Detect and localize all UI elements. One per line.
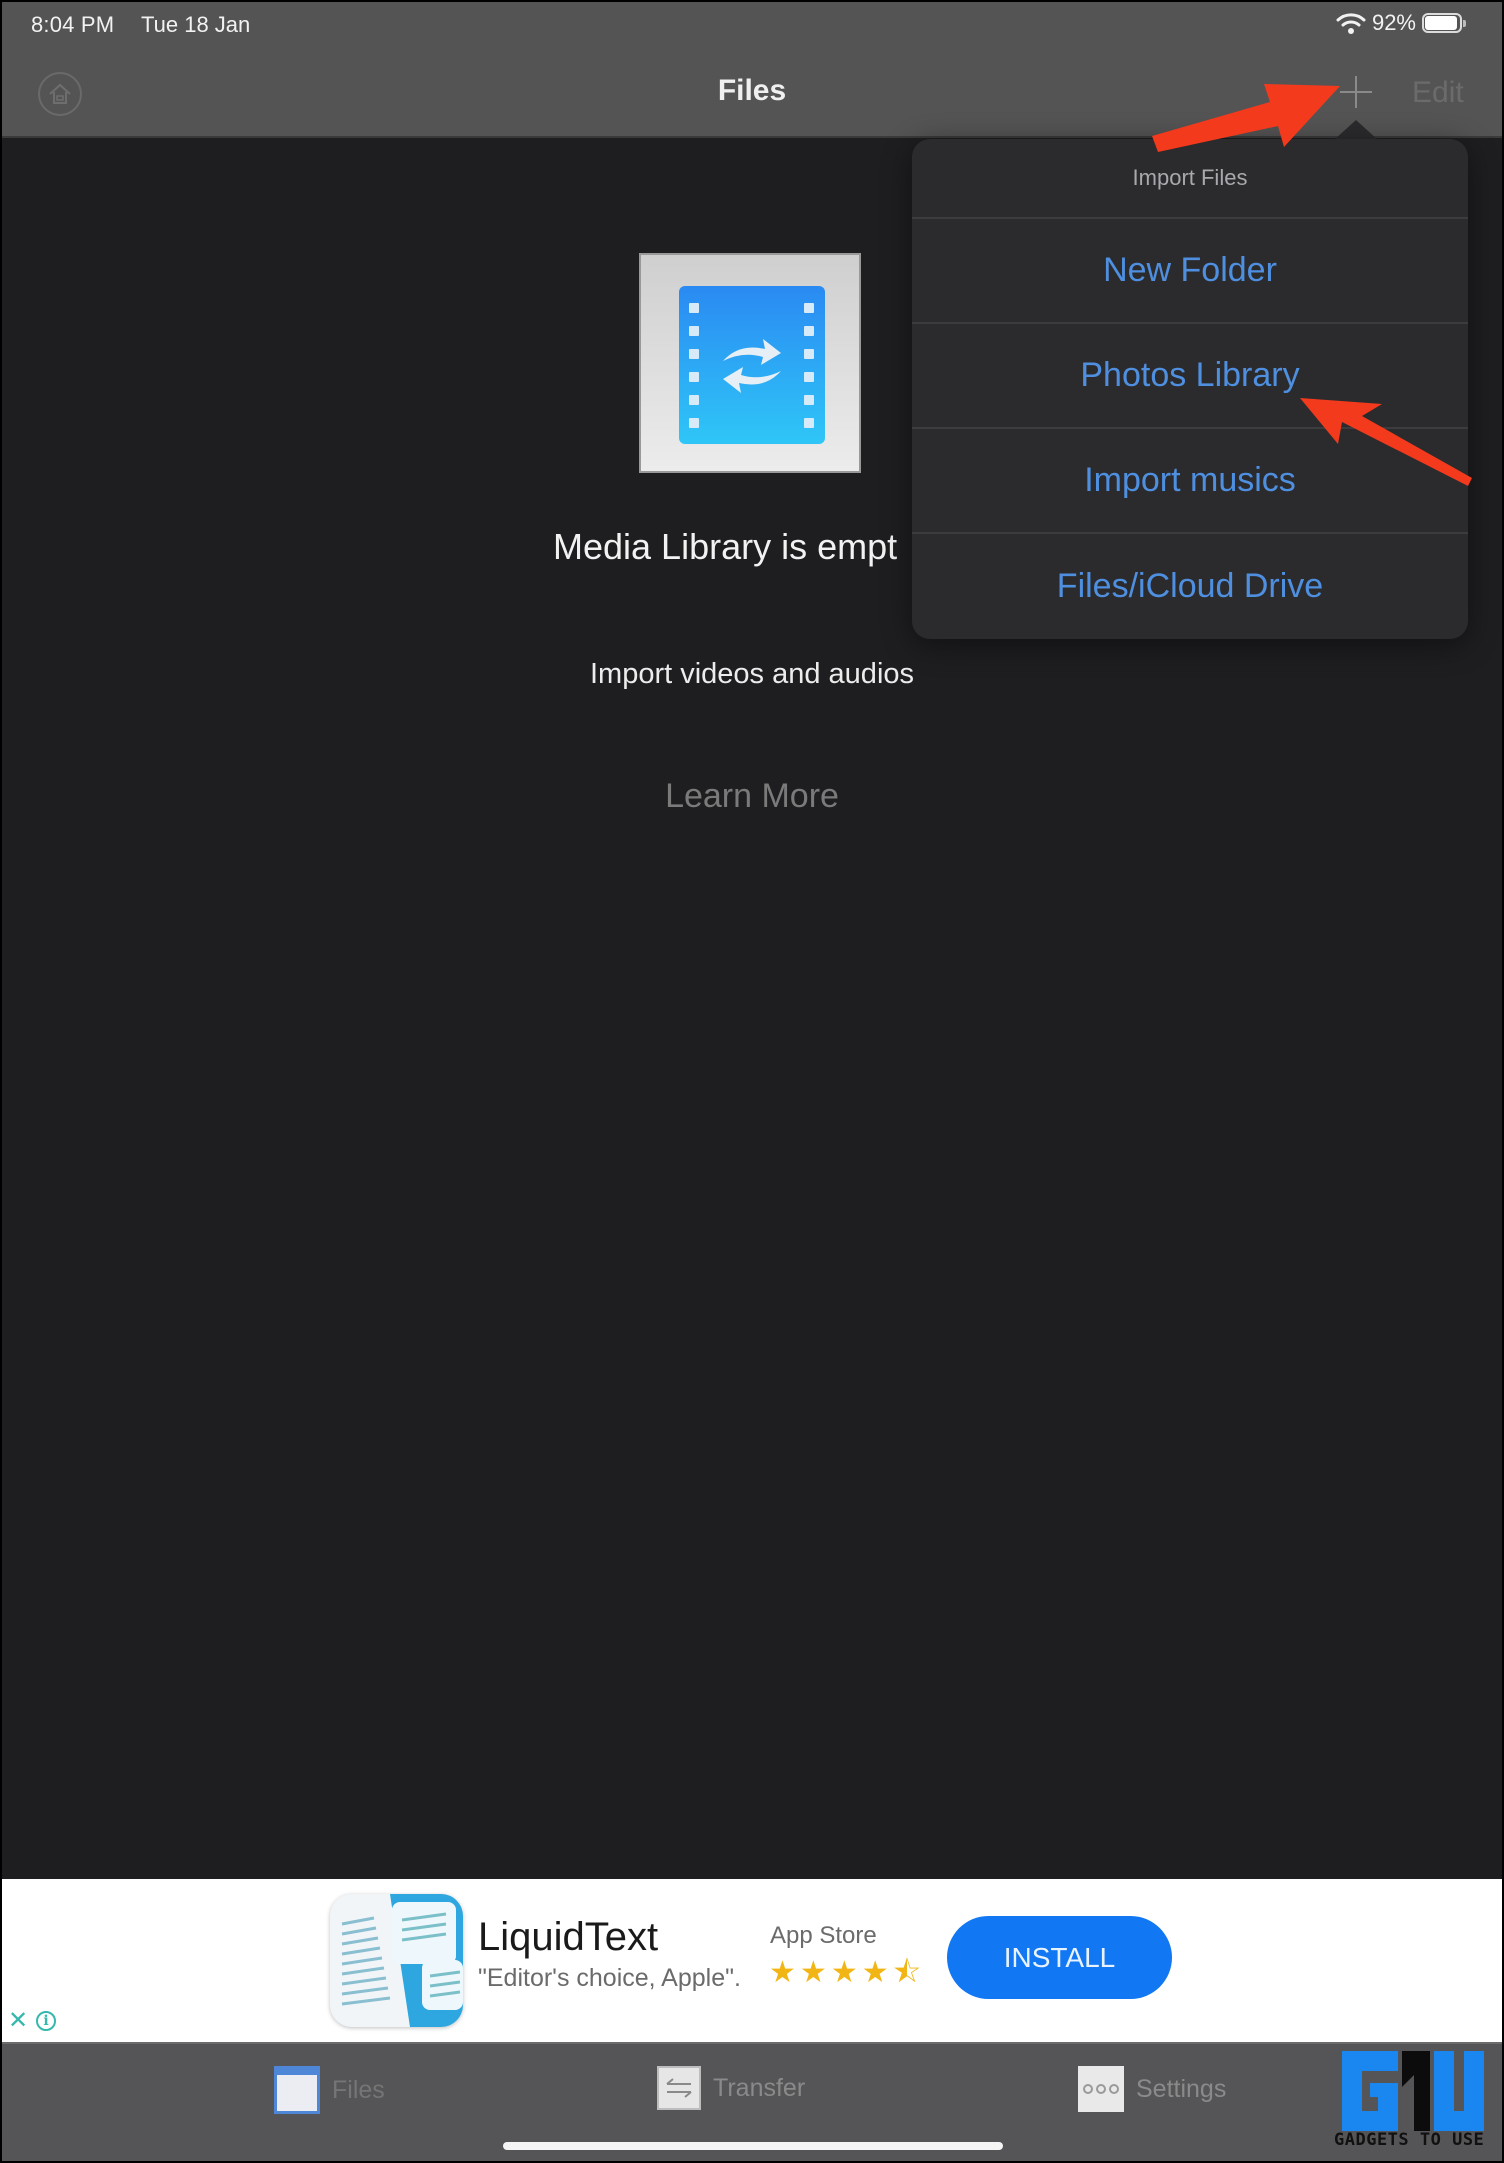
star-icon: ★ — [830, 1956, 858, 1989]
liquidtext-app-icon — [330, 1894, 463, 2027]
wifi-icon — [1336, 13, 1366, 34]
add-button[interactable] — [1338, 72, 1374, 112]
film-strip — [679, 286, 825, 444]
refresh-arrows-icon — [723, 339, 781, 393]
ad-app-name: LiquidText — [478, 1915, 659, 1959]
menu-item-new-folder[interactable]: New Folder — [912, 219, 1468, 324]
popover-arrow — [1334, 120, 1378, 140]
menu-item-files-icloud-drive[interactable]: Files/iCloud Drive — [912, 534, 1468, 639]
learn-more-link[interactable]: Learn More — [2, 777, 1502, 816]
ad-info-icon[interactable]: i — [36, 2011, 56, 2031]
tab-settings[interactable]: Settings — [1078, 2066, 1226, 2112]
tab-label: Files — [332, 2075, 385, 2104]
tab-label: Transfer — [713, 2073, 806, 2102]
half-star-icon: ⯪ — [892, 1956, 922, 1989]
status-time: 8:04 PM — [31, 12, 115, 37]
media-convert-icon — [639, 253, 861, 473]
empty-state-title: Media Library is empt — [553, 526, 898, 567]
star-icon: ★ — [769, 1956, 796, 1989]
install-button[interactable]: INSTALL — [947, 1916, 1172, 1999]
ad-tagline: "Editor's choice, Apple". — [478, 1964, 741, 1992]
status-date: Tue 18 Jan — [141, 12, 251, 37]
more-icon — [1078, 2066, 1124, 2112]
ad-store-label: App Store — [770, 1922, 877, 1949]
transfer-icon — [657, 2066, 701, 2110]
app-window: 8:04 PM Tue 18 Jan 92% Files Edit Media … — [2, 2, 1502, 2161]
menu-item-photos-library[interactable]: Photos Library — [912, 324, 1468, 429]
tab-files[interactable]: Files — [274, 2066, 385, 2114]
star-icon: ★ — [861, 1956, 889, 1989]
page-title: Files — [717, 74, 787, 107]
import-menu-header: Import Files — [912, 139, 1468, 219]
empty-state-subtitle: Import videos and audios — [589, 658, 915, 690]
ad-banner[interactable]: LiquidText "Editor's choice, Apple". App… — [2, 1879, 1502, 2042]
watermark-text: GADGETS TO USE — [1334, 2130, 1485, 2150]
edit-button[interactable]: Edit — [1412, 76, 1464, 110]
navigation-bar: 8:04 PM Tue 18 Jan 92% Files Edit — [2, 2, 1502, 138]
star-icon: ★ — [799, 1956, 827, 1989]
menu-item-import-musics[interactable]: Import musics — [912, 429, 1468, 534]
ad-rating: ★ ★ ★ ★ ⯪ — [769, 1958, 921, 1988]
home-indicator[interactable] — [503, 2142, 1003, 2150]
folder-icon — [274, 2066, 320, 2114]
import-menu-popover: Import Files New Folder Photos Library I… — [912, 139, 1468, 639]
close-ad-icon[interactable]: ✕ — [8, 2009, 28, 2033]
status-indicators: 92% — [1336, 10, 1466, 36]
tab-bar: Files Transfer Settings — [2, 2042, 1502, 2161]
battery-icon — [1422, 12, 1466, 34]
tab-label: Settings — [1136, 2074, 1227, 2103]
battery-percent: 92% — [1371, 10, 1416, 35]
tab-transfer[interactable]: Transfer — [657, 2066, 805, 2110]
